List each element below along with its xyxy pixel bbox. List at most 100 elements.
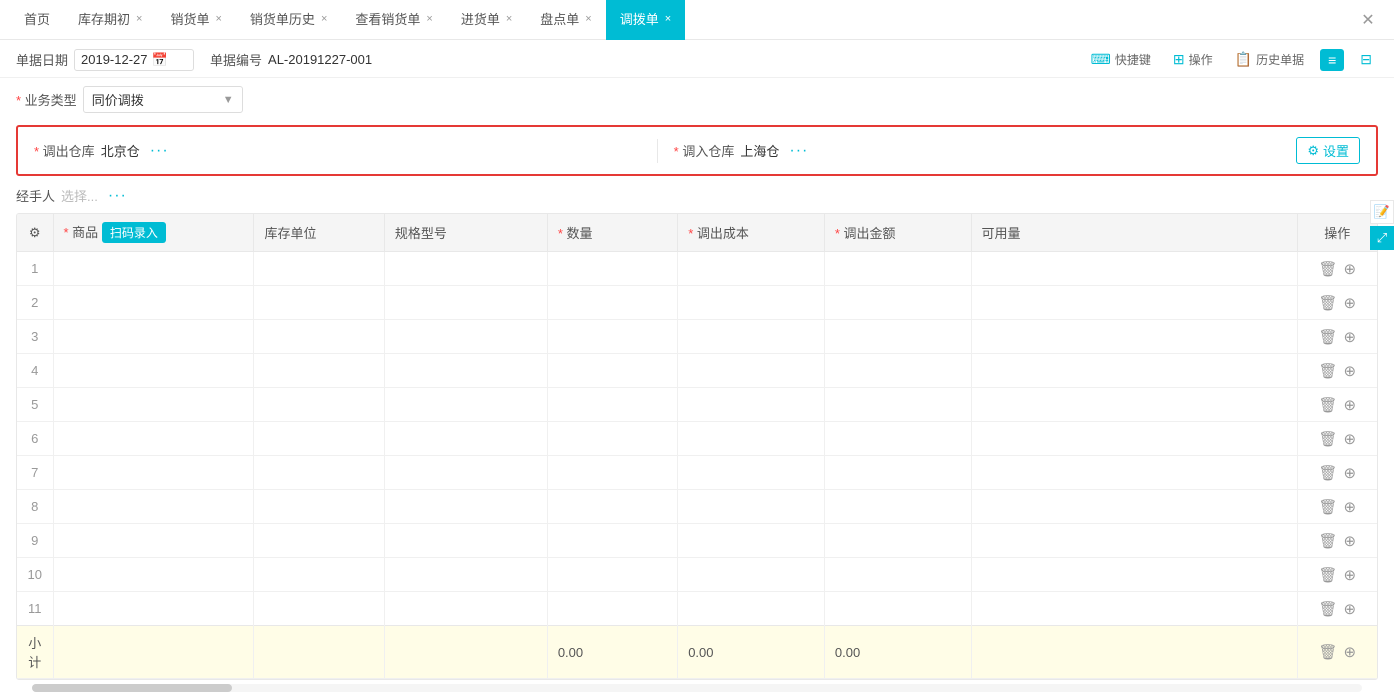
row-product[interactable] [53,252,254,286]
layout-list-button[interactable]: ≡ [1320,49,1344,71]
delete-row-icon[interactable]: 🗑 [1318,294,1337,312]
warehouse-in-more-button[interactable]: ··· [785,142,812,160]
row-product[interactable] [53,524,254,558]
delete-row-icon[interactable]: 🗑 [1318,328,1337,346]
copy-row-icon[interactable]: ⊕ [1343,464,1356,482]
row-qty[interactable] [547,320,677,354]
row-spec[interactable] [384,422,547,456]
row-product[interactable] [53,456,254,490]
row-unit[interactable] [254,456,384,490]
row-qty[interactable] [547,252,677,286]
row-qty[interactable] [547,490,677,524]
row-available[interactable] [971,524,1297,558]
row-available[interactable] [971,388,1297,422]
row-cost[interactable] [678,490,825,524]
row-unit[interactable] [254,490,384,524]
row-spec[interactable] [384,456,547,490]
row-qty[interactable] [547,592,677,626]
close-tab-purchase[interactable]: × [506,13,512,25]
row-amount[interactable] [824,456,971,490]
row-available[interactable] [971,592,1297,626]
copy-row-icon[interactable]: ⊕ [1343,260,1356,278]
row-spec[interactable] [384,252,547,286]
tab-sales-history[interactable]: 销货单历史 × [236,0,341,40]
close-tab-sales-history[interactable]: × [321,13,327,25]
window-close-button[interactable]: ✕ [1352,4,1384,36]
row-amount[interactable] [824,592,971,626]
row-cost[interactable] [678,388,825,422]
row-unit[interactable] [254,558,384,592]
tab-inventory-init[interactable]: 库存期初 × [64,0,156,40]
row-unit[interactable] [254,354,384,388]
row-available[interactable] [971,354,1297,388]
tab-stocktake[interactable]: 盘点单 × [526,0,605,40]
row-amount[interactable] [824,320,971,354]
row-cost[interactable] [678,286,825,320]
date-input[interactable]: 2019-12-27 📅 [74,49,194,71]
tab-purchase[interactable]: 进货单 × [447,0,526,40]
copy-row-icon[interactable]: ⊕ [1343,532,1356,550]
row-available[interactable] [971,286,1297,320]
row-available[interactable] [971,252,1297,286]
scroll-container[interactable] [16,684,1378,692]
scan-button[interactable]: 扫码录入 [102,222,166,243]
row-available[interactable] [971,422,1297,456]
side-expand-button[interactable]: ⤢ [1370,226,1394,250]
row-amount[interactable] [824,558,971,592]
copy-row-icon[interactable]: ⊕ [1343,566,1356,584]
subtotal-copy-icon[interactable]: ⊕ [1343,643,1356,661]
history-button[interactable]: 📋 历史单据 [1229,48,1310,71]
copy-row-icon[interactable]: ⊕ [1343,430,1356,448]
tab-home[interactable]: 首页 [10,0,64,40]
row-cost[interactable] [678,456,825,490]
row-product[interactable] [53,320,254,354]
row-spec[interactable] [384,558,547,592]
row-qty[interactable] [547,456,677,490]
operations-button[interactable]: ⊞ 操作 [1167,48,1219,71]
row-cost[interactable] [678,320,825,354]
person-input[interactable]: 选择... [61,186,98,205]
row-product[interactable] [53,354,254,388]
row-qty[interactable] [547,388,677,422]
row-available[interactable] [971,320,1297,354]
row-amount[interactable] [824,286,971,320]
row-unit[interactable] [254,320,384,354]
delete-row-icon[interactable]: 🗑 [1318,430,1337,448]
row-product[interactable] [53,592,254,626]
tab-transfer[interactable]: 调拨单 × [606,0,685,40]
side-notes-button[interactable]: 📝 [1370,200,1394,224]
column-settings[interactable]: ⚙ [17,214,53,252]
tab-sales-order[interactable]: 销货单 × [156,0,235,40]
row-unit[interactable] [254,422,384,456]
row-unit[interactable] [254,524,384,558]
delete-row-icon[interactable]: 🗑 [1318,464,1337,482]
copy-row-icon[interactable]: ⊕ [1343,294,1356,312]
delete-row-icon[interactable]: 🗑 [1318,260,1337,278]
copy-row-icon[interactable]: ⊕ [1343,362,1356,380]
copy-row-icon[interactable]: ⊕ [1343,600,1356,618]
delete-row-icon[interactable]: 🗑 [1318,532,1337,550]
row-product[interactable] [53,490,254,524]
row-spec[interactable] [384,524,547,558]
row-amount[interactable] [824,422,971,456]
row-spec[interactable] [384,490,547,524]
row-available[interactable] [971,456,1297,490]
row-amount[interactable] [824,252,971,286]
row-product[interactable] [53,286,254,320]
row-product[interactable] [53,558,254,592]
row-spec[interactable] [384,320,547,354]
tab-view-sales[interactable]: 查看销货单 × [341,0,446,40]
row-unit[interactable] [254,592,384,626]
row-qty[interactable] [547,558,677,592]
row-cost[interactable] [678,252,825,286]
copy-row-icon[interactable]: ⊕ [1343,396,1356,414]
row-product[interactable] [53,422,254,456]
row-product[interactable] [53,388,254,422]
close-tab-transfer[interactable]: × [665,13,671,25]
row-cost[interactable] [678,524,825,558]
row-qty[interactable] [547,354,677,388]
settings-button[interactable]: ⚙ 设置 [1296,137,1360,164]
row-unit[interactable] [254,252,384,286]
copy-row-icon[interactable]: ⊕ [1343,328,1356,346]
row-amount[interactable] [824,354,971,388]
